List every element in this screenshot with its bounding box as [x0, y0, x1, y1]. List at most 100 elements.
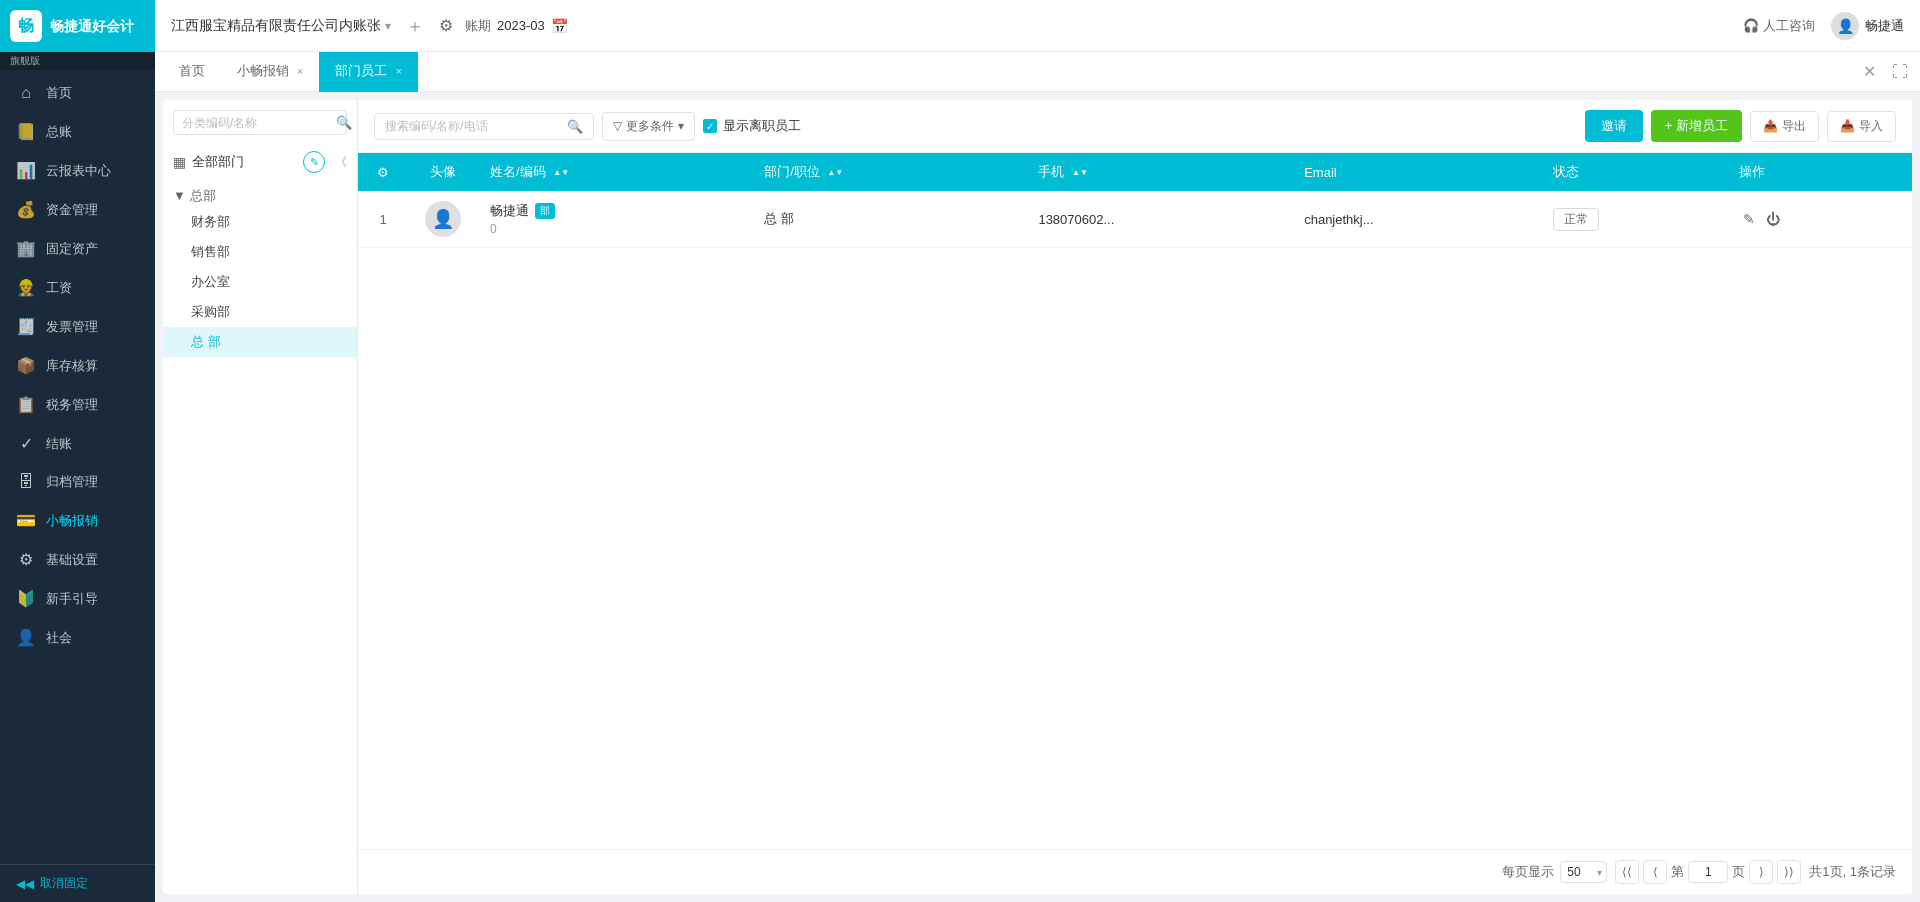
invite-button[interactable]: 邀请: [1585, 110, 1643, 142]
sidebar-item-archive[interactable]: 🗄 归档管理: [0, 463, 155, 501]
sidebar-item-funds[interactable]: 💰 资金管理: [0, 190, 155, 229]
row-name: 畅捷通 部 0: [478, 191, 752, 248]
user-avatar-icon: 👤: [1837, 18, 1854, 34]
col-phone[interactable]: 手机 ▲▼: [1026, 153, 1292, 191]
dept-search-input[interactable]: [182, 116, 332, 130]
invoices-icon: 🧾: [16, 317, 36, 336]
dept-group-header: ▼ 总部: [163, 183, 357, 207]
employee-search-box[interactable]: 🔍: [374, 113, 594, 140]
dept-group-arrow: ▼: [173, 188, 186, 203]
col-settings[interactable]: ⚙: [358, 153, 408, 191]
sidebar-item-guide[interactable]: 🔰 新手引导: [0, 579, 155, 618]
sidebar-item-expense[interactable]: 💳 小畅报销: [0, 501, 155, 540]
dept-sort-icon: ▲▼: [827, 169, 843, 177]
row-email: chanjethkj...: [1292, 191, 1540, 248]
sidebar-item-tax[interactable]: 📋 税务管理: [0, 385, 155, 424]
sidebar-item-inventory[interactable]: 📦 库存核算: [0, 346, 155, 385]
unpin-button[interactable]: ◀◀ 取消固定: [0, 864, 155, 902]
calendar-icon[interactable]: 📅: [551, 18, 568, 34]
page-size-selector: 每页显示 50 10 20 100 ▾: [1502, 861, 1607, 883]
dept-collapse-icon[interactable]: 《: [335, 154, 347, 171]
pagination: 每页显示 50 10 20 100 ▾ ⟨⟨ ⟨ 第: [358, 849, 1912, 894]
employee-search-input[interactable]: [385, 119, 561, 133]
show-resigned-label: 显示离职员工: [723, 117, 801, 135]
sidebar-item-settings[interactable]: ⚙ 基础设置: [0, 540, 155, 579]
tab-expense-close[interactable]: ×: [297, 65, 303, 77]
topbar: 江西服宝精品有限责任公司内账张 ▾ ＋ ⚙ 账期 2023-03 📅 🎧 人工咨…: [155, 0, 1920, 52]
edit-employee-button[interactable]: ✎: [1739, 209, 1759, 229]
export-button[interactable]: 📤 导出: [1750, 111, 1819, 142]
per-page-label: 每页显示: [1502, 863, 1554, 881]
archive-icon: 🗄: [16, 473, 36, 491]
sidebar-item-payroll[interactable]: 👷 工资: [0, 268, 155, 307]
sidebar-item-ledger[interactable]: 📒 总账: [0, 112, 155, 151]
inventory-icon: 📦: [16, 356, 36, 375]
tab-home[interactable]: 首页: [163, 52, 221, 92]
all-departments[interactable]: ▦ 全部部门 ✎ 《: [163, 145, 357, 179]
sidebar-item-label-assets: 固定资产: [46, 240, 98, 258]
employee-code: 0: [490, 222, 740, 236]
tab-close-all-icon[interactable]: ✕: [1859, 58, 1880, 85]
dept-item-purchase[interactable]: 采购部: [163, 297, 357, 327]
sidebar-item-checkout[interactable]: ✓ 结账: [0, 424, 155, 463]
table-row: 1 👤 畅捷通 部 0: [358, 191, 1912, 248]
company-dropdown-icon: ▾: [385, 19, 391, 33]
topbar-right: 🎧 人工咨询 👤 畅捷通: [1743, 12, 1904, 40]
dept-item-finance[interactable]: 财务部: [163, 207, 357, 237]
show-resigned-toggle[interactable]: ✓ 显示离职员工: [703, 117, 801, 135]
consult-button[interactable]: 🎧 人工咨询: [1743, 17, 1815, 35]
sidebar-logo: 畅 畅捷通好会计: [0, 0, 155, 52]
page-prev-button[interactable]: ⟨: [1643, 860, 1667, 884]
sidebar-item-account[interactable]: 👤 社会: [0, 618, 155, 657]
dept-search-icon[interactable]: 🔍: [336, 115, 352, 130]
employee-name-row: 畅捷通 部: [490, 202, 740, 220]
page-input[interactable]: [1688, 861, 1728, 883]
col-name[interactable]: 姓名/编码 ▲▼: [478, 153, 752, 191]
add-company-button[interactable]: ＋: [403, 14, 427, 38]
col-dept[interactable]: 部门/职位 ▲▼: [752, 153, 1026, 191]
page-size-select[interactable]: 50 10 20 100: [1560, 861, 1607, 883]
funds-icon: 💰: [16, 200, 36, 219]
tab-home-label: 首页: [179, 62, 205, 80]
page-next-button[interactable]: ⟩: [1749, 860, 1773, 884]
sidebar-item-reports[interactable]: 📊 云报表中心: [0, 151, 155, 190]
sidebar-item-assets[interactable]: 🏢 固定资产: [0, 229, 155, 268]
department-panel: 🔍 ▦ 全部部门 ✎ 《 ▼ 总部 财务部 销售部 办公室 采购部 总 部: [163, 100, 358, 894]
sidebar-item-invoices[interactable]: 🧾 发票管理: [0, 307, 155, 346]
col-avatar: 头像: [408, 153, 478, 191]
page-first-button[interactable]: ⟨⟨: [1615, 860, 1639, 884]
resigned-checkbox[interactable]: ✓: [703, 119, 717, 133]
employee-search-icon[interactable]: 🔍: [567, 119, 583, 134]
sidebar-item-home[interactable]: ⌂ 首页: [0, 74, 155, 112]
tab-department-close[interactable]: ×: [395, 65, 401, 77]
row-index: 1: [358, 191, 408, 248]
tab-department[interactable]: 部门员工 ×: [319, 52, 417, 92]
tab-expense[interactable]: 小畅报销 ×: [221, 52, 319, 92]
dept-search-box[interactable]: 🔍: [173, 110, 347, 135]
page-label: 第: [1671, 863, 1684, 881]
logout-employee-button[interactable]: ⏻: [1762, 209, 1784, 229]
topbar-settings-icon[interactable]: ⚙: [439, 16, 453, 35]
company-name: 江西服宝精品有限责任公司内账张: [171, 17, 381, 35]
page-last-button[interactable]: ⟩⟩: [1777, 860, 1801, 884]
import-button[interactable]: 📥 导入: [1827, 111, 1896, 142]
export-icon: 📤: [1763, 119, 1778, 133]
sidebar-item-label-invoices: 发票管理: [46, 318, 98, 336]
add-employee-button[interactable]: + 新增员工: [1651, 110, 1742, 142]
main-content: 江西服宝精品有限责任公司内账张 ▾ ＋ ⚙ 账期 2023-03 📅 🎧 人工咨…: [155, 0, 1920, 902]
dept-item-sales[interactable]: 销售部: [163, 237, 357, 267]
user-menu[interactable]: 👤 畅捷通: [1831, 12, 1904, 40]
tab-expand-icon[interactable]: ⛶: [1888, 59, 1912, 85]
phone-sort-icon: ▲▼: [1072, 169, 1088, 177]
company-selector[interactable]: 江西服宝精品有限责任公司内账张 ▾: [171, 17, 391, 35]
account-icon: 👤: [16, 628, 36, 647]
sidebar-item-label-tax: 税务管理: [46, 396, 98, 414]
dept-group-label: 总部: [190, 188, 216, 203]
dept-item-office[interactable]: 办公室: [163, 267, 357, 297]
col-settings-icon: ⚙: [377, 165, 389, 180]
tab-expense-label: 小畅报销: [237, 62, 289, 80]
filter-button[interactable]: ▽ 更多条件 ▾: [602, 112, 695, 141]
guide-icon: 🔰: [16, 589, 36, 608]
dept-edit-button[interactable]: ✎: [303, 151, 325, 173]
dept-item-general[interactable]: 总 部: [163, 327, 357, 357]
